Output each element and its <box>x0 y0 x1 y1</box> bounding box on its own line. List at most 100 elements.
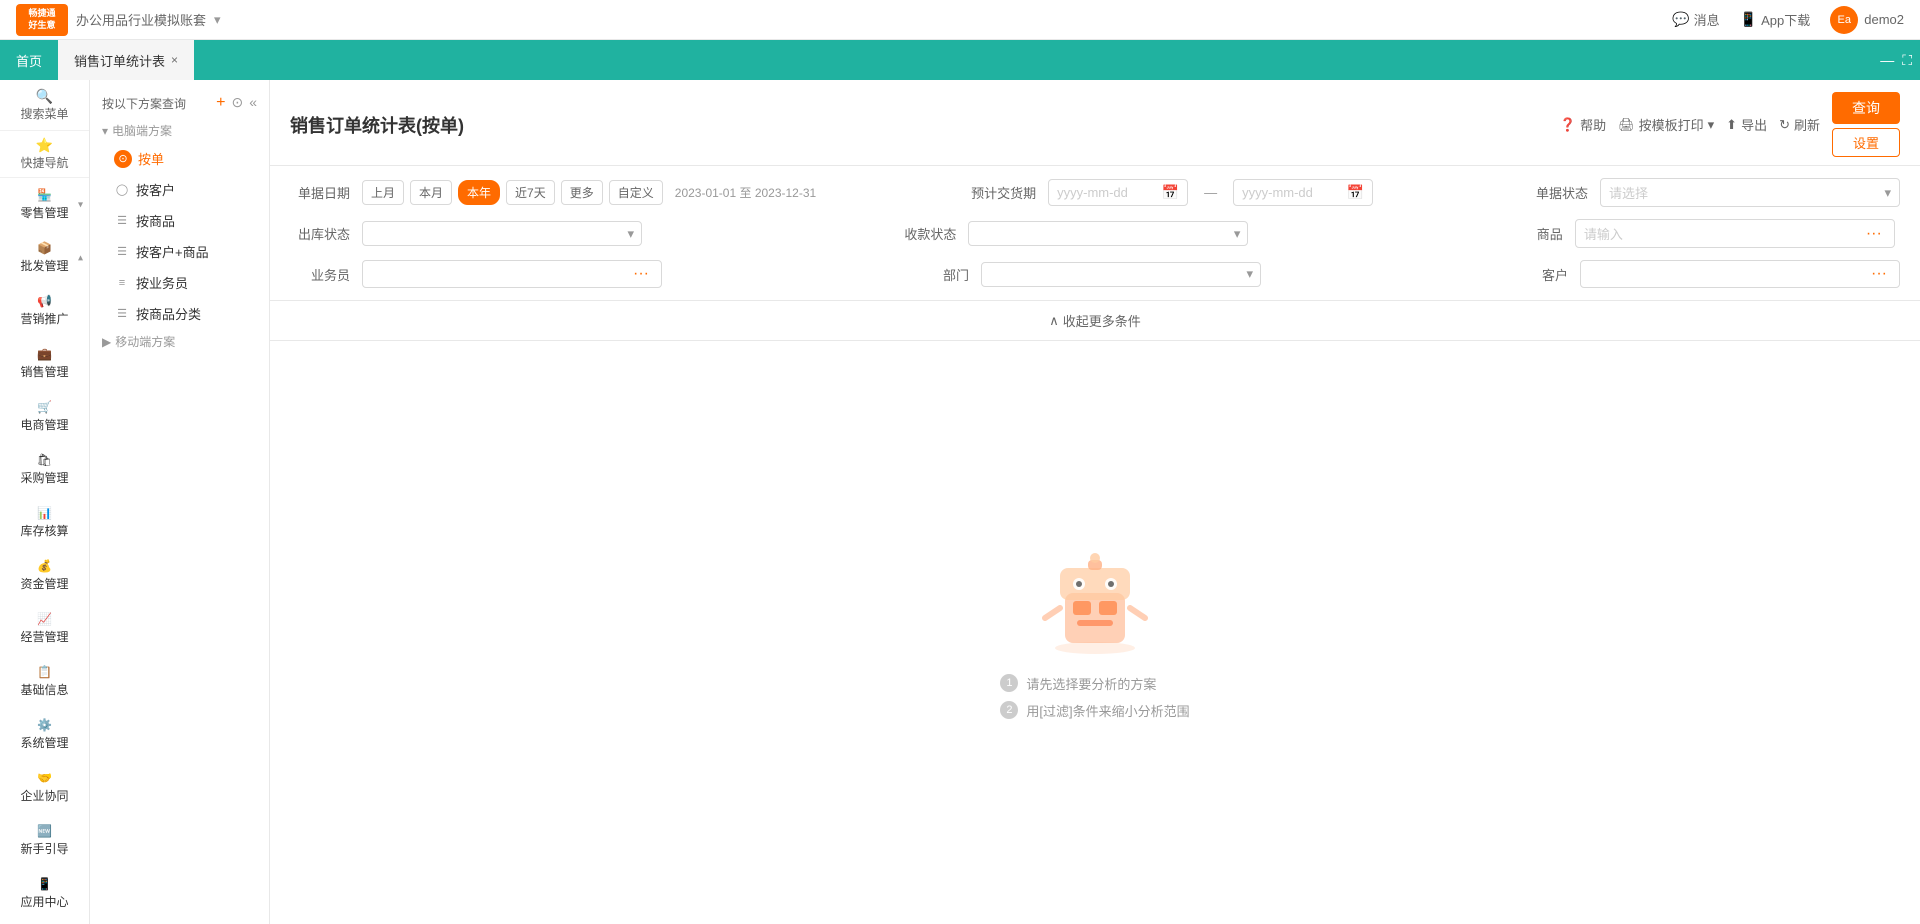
out-status-select[interactable] <box>362 221 642 246</box>
scheme-item-1[interactable]: ◯ 按客户 <box>90 174 269 205</box>
print-icon: 🖨 <box>1618 117 1635 133</box>
window-minimize-icon[interactable]: — <box>1880 52 1894 68</box>
sidebar-item-wholesale[interactable]: 📦 批发管理 ▴ <box>0 231 89 284</box>
operations-icon: 📈 <box>37 612 52 626</box>
date-btn-more[interactable]: 更多 <box>561 180 603 205</box>
sidebar-item-ecommerce[interactable]: 🛒 电商管理 <box>0 390 89 443</box>
tab-close-icon[interactable]: × <box>171 53 178 67</box>
help-btn[interactable]: ❓ 帮助 <box>1560 115 1606 134</box>
add-scheme-btn[interactable]: + <box>216 94 225 112</box>
mobile-category[interactable]: ▶ 移动端方案 <box>90 329 269 354</box>
sidebar-item-inventory[interactable]: 📊 库存核算 <box>0 496 89 549</box>
scheme-item-0[interactable]: ⊙ 按单 <box>90 143 269 174</box>
goods-input[interactable]: 请输入 ··· <box>1575 219 1895 248</box>
empty-tip-2: 2 用[过滤]条件来缩小分析范围 <box>1000 701 1189 720</box>
sidebar-search[interactable]: 🔍 搜索菜单 <box>0 80 89 131</box>
main-layout: 🔍 搜索菜单 ⭐ 快捷导航 🏪 零售管理 ▾ 📦 批发管理 ▴ 📢 营销推广 💼… <box>0 80 1920 924</box>
basics-icon: 📋 <box>37 665 52 679</box>
date-btn-last-7[interactable]: 近7天 <box>506 180 555 205</box>
page-title: 销售订单统计表(按单) <box>290 112 464 138</box>
filter-area: 单据日期 上月 本月 本年 近7天 更多 自定义 2023-01-01 至 20… <box>270 166 1920 301</box>
date-buttons: 上月 本月 本年 近7天 更多 自定义 <box>362 180 663 205</box>
date-btn-last-month[interactable]: 上月 <box>362 180 404 205</box>
dept-select-wrap <box>981 262 1261 287</box>
collapse-panel-btn[interactable]: « <box>249 94 257 112</box>
app-title-arrow[interactable]: ▾ <box>214 12 221 28</box>
expected-date-end[interactable]: yyyy-mm-dd 📅 <box>1233 179 1373 206</box>
status-label: 单据状态 <box>1528 183 1588 202</box>
sidebar-item-appstore[interactable]: 📱 应用中心 <box>0 867 89 920</box>
category-arrow-icon: ▾ <box>102 124 108 138</box>
status-select[interactable]: 请选择 ▾ <box>1600 178 1900 207</box>
customer-input[interactable]: ··· <box>1580 260 1900 288</box>
calendar-end-icon: 📅 <box>1347 184 1364 201</box>
sidebar-item-purchase[interactable]: 🛍 采购管理 <box>0 443 89 496</box>
cooperation-icon: 🤝 <box>37 771 52 785</box>
retail-arrow-icon: ▾ <box>78 199 83 210</box>
message-btn[interactable]: 💬 消息 <box>1672 10 1719 29</box>
sales-icon: 💼 <box>37 347 52 361</box>
pc-category: ▾ 电脑端方案 <box>90 118 269 143</box>
scheme-item-2[interactable]: ☰ 按商品 <box>90 205 269 236</box>
sidebar-item-wechat[interactable]: 💬 企业微信 <box>0 920 89 924</box>
sidebar-item-newguide[interactable]: 🆕 新手引导 <box>0 814 89 867</box>
top-bar-left: 畅捷通好生意 办公用品行业模拟账套 ▾ <box>16 4 221 36</box>
export-btn[interactable]: ⬆ 导出 <box>1726 115 1767 134</box>
sidebar-item-finance[interactable]: 💰 资金管理 <box>0 549 89 602</box>
app-logo: 畅捷通好生意 <box>16 4 68 36</box>
wholesale-icon: 📦 <box>37 241 52 255</box>
settings-btn[interactable]: 设置 <box>1832 128 1900 157</box>
salesman-ellipsis[interactable]: ··· <box>629 265 653 283</box>
query-btn[interactable]: 查询 <box>1832 92 1900 124</box>
calendar-start-icon: 📅 <box>1162 184 1179 201</box>
scheme-item-5[interactable]: ☰ 按商品分类 <box>90 298 269 329</box>
sidebar-shortcut[interactable]: ⭐ 快捷导航 <box>0 131 89 178</box>
salesman-label: 业务员 <box>290 265 350 284</box>
print-arrow-icon: ▾ <box>1708 117 1715 133</box>
sidebar-item-cooperation[interactable]: 🤝 企业协同 <box>0 761 89 814</box>
date-separator: — <box>1200 185 1221 200</box>
scheme-icon-4: ≡ <box>114 275 130 291</box>
sidebar-item-basics[interactable]: 📋 基础信息 <box>0 655 89 708</box>
page-header: 销售订单统计表(按单) ❓ 帮助 🖨 按模板打印 ▾ ⬆ 导出 <box>270 80 1920 166</box>
window-maximize-icon[interactable]: ⛶ <box>1902 52 1912 69</box>
out-status-select-wrap <box>362 221 642 246</box>
appstore-icon: 📱 <box>37 877 52 891</box>
scheme-icon-3: ☰ <box>114 244 130 260</box>
tab-active[interactable]: 销售订单统计表 × <box>58 40 194 80</box>
dept-select[interactable] <box>981 262 1261 287</box>
retail-icon: 🏪 <box>37 188 52 202</box>
date-btn-this-month[interactable]: 本月 <box>410 180 452 205</box>
scheme-item-3[interactable]: ☰ 按客户+商品 <box>90 236 269 267</box>
help-icon: ❓ <box>1560 117 1576 133</box>
sidebar-item-retail[interactable]: 🏪 零售管理 ▾ <box>0 178 89 231</box>
print-btn[interactable]: 🖨 按模板打印 ▾ <box>1618 115 1714 134</box>
expected-date-start[interactable]: yyyy-mm-dd 📅 <box>1048 179 1188 206</box>
empty-tips: 1 请先选择要分析的方案 2 用[过滤]条件来缩小分析范围 <box>1000 674 1189 728</box>
settings-scheme-btn[interactable]: ⊙ <box>231 94 243 112</box>
goods-ellipsis[interactable]: ··· <box>1862 225 1886 243</box>
refresh-btn[interactable]: ↻ 刷新 <box>1779 115 1820 134</box>
app-download-btn[interactable]: 📱 App下载 <box>1740 10 1811 29</box>
filter-row-1: 单据日期 上月 本月 本年 近7天 更多 自定义 2023-01-01 至 20… <box>290 178 1900 207</box>
top-bar-right: 💬 消息 📱 App下载 Ea demo2 <box>1672 6 1904 34</box>
date-btn-this-year[interactable]: 本年 <box>458 180 500 205</box>
customer-ellipsis[interactable]: ··· <box>1867 265 1891 283</box>
sidebar-item-marketing[interactable]: 📢 营销推广 <box>0 284 89 337</box>
scheme-item-4[interactable]: ≡ 按业务员 <box>90 267 269 298</box>
tab-home[interactable]: 首页 <box>0 40 58 80</box>
collapse-bar[interactable]: ∧ 收起更多条件 <box>270 301 1920 341</box>
mobile-arrow-icon: ▶ <box>102 335 111 349</box>
sidebar-item-sales[interactable]: 💼 销售管理 <box>0 337 89 390</box>
receive-status-select[interactable] <box>968 221 1248 246</box>
page-actions: ❓ 帮助 🖨 按模板打印 ▾ ⬆ 导出 ↻ 刷新 <box>1560 92 1900 157</box>
date-btn-custom[interactable]: 自定义 <box>609 180 663 205</box>
filter-row-2: 出库状态 收款状态 商品 <box>290 219 1900 248</box>
salesman-input[interactable]: ··· <box>362 260 662 288</box>
goods-label: 商品 <box>1503 224 1563 243</box>
sidebar-item-system[interactable]: ⚙️ 系统管理 <box>0 708 89 761</box>
sidebar-item-operations[interactable]: 📈 经营管理 <box>0 602 89 655</box>
empty-state: 1 请先选择要分析的方案 2 用[过滤]条件来缩小分析范围 <box>270 341 1920 924</box>
purchase-icon: 🛍 <box>37 453 52 467</box>
user-profile[interactable]: Ea demo2 <box>1830 6 1904 34</box>
